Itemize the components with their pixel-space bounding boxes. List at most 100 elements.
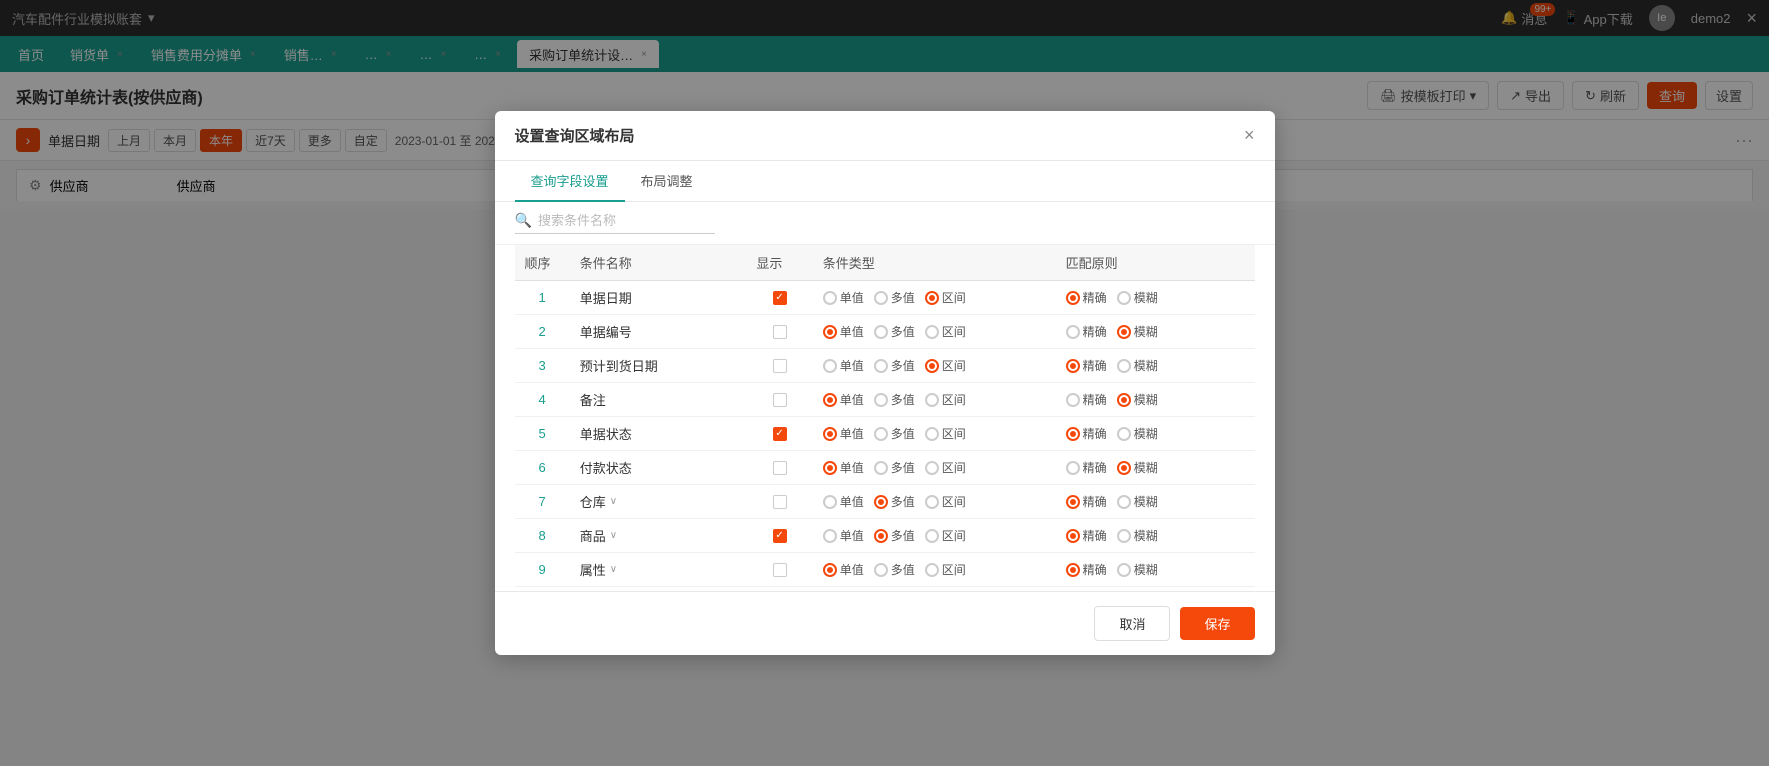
row-display-checkbox[interactable] — [746, 417, 812, 451]
radio-match-模糊[interactable]: 模糊 — [1117, 289, 1158, 306]
radio-type-单值[interactable]: 单值 — [823, 459, 864, 476]
radio-match-精确[interactable]: 精确 — [1066, 561, 1107, 578]
row-name: 单据日期 — [570, 281, 747, 315]
radio-circle — [925, 359, 939, 373]
radio-type-多值[interactable]: 多值 — [874, 391, 915, 408]
table-row: 9属性 ∨单值多值区间精确模糊 — [515, 553, 1255, 587]
th-order: 顺序 — [515, 245, 570, 281]
row-display-checkbox[interactable] — [746, 485, 812, 519]
radio-type-多值[interactable]: 多值 — [874, 459, 915, 476]
radio-type-多值[interactable]: 多值 — [874, 357, 915, 374]
radio-type-多值[interactable]: 多值 — [874, 561, 915, 578]
search-icon: 🔍 — [515, 212, 532, 229]
dialog-tab-layout[interactable]: 布局调整 — [625, 161, 709, 202]
conditions-table: 顺序 条件名称 显示 条件类型 匹配原则 — [515, 245, 1255, 281]
row-order: 1 — [515, 281, 570, 315]
radio-match-精确[interactable]: 精确 — [1066, 357, 1107, 374]
radio-match-模糊[interactable]: 模糊 — [1117, 493, 1158, 510]
save-button[interactable]: 保存 — [1180, 607, 1254, 640]
radio-match-精确[interactable]: 精确 — [1066, 425, 1107, 442]
radio-type-多值[interactable]: 多值 — [874, 323, 915, 340]
radio-type-单值[interactable]: 单值 — [823, 289, 864, 306]
radio-match-模糊[interactable]: 模糊 — [1117, 391, 1158, 408]
radio-circle — [874, 427, 888, 441]
radio-circle — [823, 393, 837, 407]
radio-type-区间[interactable]: 区间 — [925, 493, 966, 510]
checkbox[interactable] — [773, 495, 787, 509]
radio-circle — [925, 427, 939, 441]
cancel-button[interactable]: 取消 — [1094, 606, 1170, 641]
radio-match-精确[interactable]: 精确 — [1066, 493, 1107, 510]
radio-type-单值[interactable]: 单值 — [823, 527, 864, 544]
checkbox[interactable] — [773, 393, 787, 407]
radio-circle — [925, 529, 939, 543]
radio-type-单值[interactable]: 单值 — [823, 391, 864, 408]
radio-circle — [874, 563, 888, 577]
radio-type-单值[interactable]: 单值 — [823, 561, 864, 578]
table-row: 6付款状态单值多值区间精确模糊 — [515, 451, 1255, 485]
radio-match-模糊[interactable]: 模糊 — [1117, 459, 1158, 476]
radio-match-精确[interactable]: 精确 — [1066, 527, 1107, 544]
row-display-checkbox[interactable] — [746, 553, 812, 587]
checkbox[interactable] — [773, 359, 787, 373]
radio-circle — [1066, 291, 1080, 305]
radio-type-区间[interactable]: 区间 — [925, 527, 966, 544]
row-name: 付款状态 — [570, 451, 747, 485]
radio-type-多值[interactable]: 多值 — [874, 527, 915, 544]
dialog-footer: 取消 保存 — [495, 591, 1275, 655]
radio-type-区间[interactable]: 区间 — [925, 425, 966, 442]
radio-match-精确[interactable]: 精确 — [1066, 323, 1107, 340]
radio-circle — [823, 529, 837, 543]
checkbox[interactable] — [773, 325, 787, 339]
row-type-options: 单值多值区间 — [813, 349, 1056, 383]
radio-type-单值[interactable]: 单值 — [823, 357, 864, 374]
radio-match-精确[interactable]: 精确 — [1066, 459, 1107, 476]
conditions-table-body: 1单据日期单值多值区间精确模糊2单据编号单值多值区间精确模糊3预计到货日期单值多… — [515, 281, 1255, 591]
radio-circle — [1117, 427, 1131, 441]
radio-match-精确[interactable]: 精确 — [1066, 289, 1107, 306]
checkbox[interactable] — [773, 461, 787, 475]
radio-circle — [823, 291, 837, 305]
checkbox[interactable] — [773, 291, 787, 305]
radio-type-区间[interactable]: 区间 — [925, 289, 966, 306]
search-input[interactable] — [538, 213, 698, 228]
row-order: 7 — [515, 485, 570, 519]
row-match-options: 精确模糊 — [1056, 383, 1255, 417]
radio-match-精确[interactable]: 精确 — [1066, 391, 1107, 408]
radio-match-模糊[interactable]: 模糊 — [1117, 561, 1158, 578]
checkbox[interactable] — [773, 427, 787, 441]
radio-type-多值[interactable]: 多值 — [874, 493, 915, 510]
radio-circle — [1117, 325, 1131, 339]
radio-type-区间[interactable]: 区间 — [925, 459, 966, 476]
radio-type-单值[interactable]: 单值 — [823, 323, 864, 340]
radio-match-模糊[interactable]: 模糊 — [1117, 323, 1158, 340]
table-row: 4备注单值多值区间精确模糊 — [515, 383, 1255, 417]
radio-type-多值[interactable]: 多值 — [874, 425, 915, 442]
radio-type-区间[interactable]: 区间 — [925, 357, 966, 374]
radio-circle — [1117, 359, 1131, 373]
radio-type-多值[interactable]: 多值 — [874, 289, 915, 306]
checkbox[interactable] — [773, 563, 787, 577]
radio-type-单值[interactable]: 单值 — [823, 425, 864, 442]
checkbox[interactable] — [773, 529, 787, 543]
radio-type-区间[interactable]: 区间 — [925, 561, 966, 578]
dialog-header: 设置查询区域布局 × — [495, 111, 1275, 161]
radio-circle — [823, 461, 837, 475]
radio-match-模糊[interactable]: 模糊 — [1117, 357, 1158, 374]
row-display-checkbox[interactable] — [746, 451, 812, 485]
dialog-close-button[interactable]: × — [1244, 125, 1255, 146]
row-display-checkbox[interactable] — [746, 519, 812, 553]
row-display-checkbox[interactable] — [746, 281, 812, 315]
row-display-checkbox[interactable] — [746, 383, 812, 417]
radio-circle — [1117, 529, 1131, 543]
dialog-tab-query-fields[interactable]: 查询字段设置 — [515, 161, 625, 202]
radio-circle — [925, 461, 939, 475]
radio-type-区间[interactable]: 区间 — [925, 323, 966, 340]
radio-match-模糊[interactable]: 模糊 — [1117, 425, 1158, 442]
radio-type-单值[interactable]: 单值 — [823, 493, 864, 510]
radio-match-模糊[interactable]: 模糊 — [1117, 527, 1158, 544]
row-display-checkbox[interactable] — [746, 349, 812, 383]
radio-circle — [1066, 325, 1080, 339]
radio-type-区间[interactable]: 区间 — [925, 391, 966, 408]
row-display-checkbox[interactable] — [746, 315, 812, 349]
